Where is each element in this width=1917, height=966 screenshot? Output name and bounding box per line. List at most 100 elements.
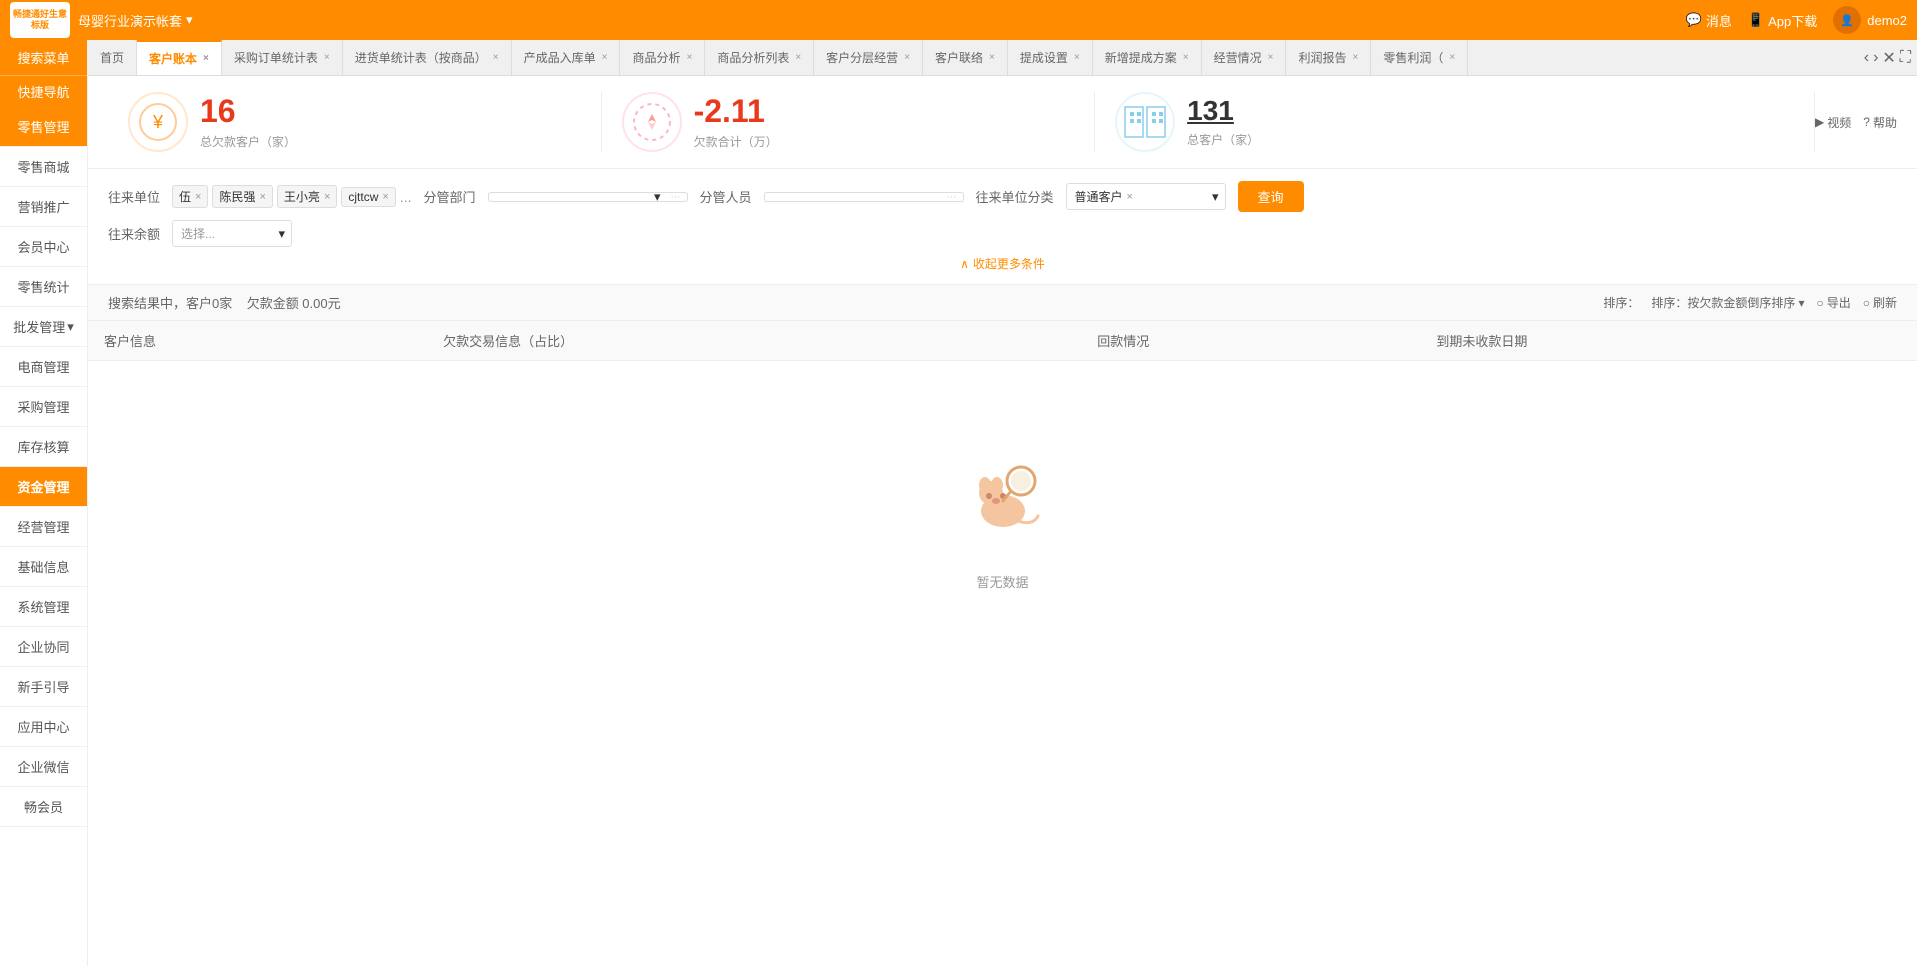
stats-bar: ¥ 16 总欠款客户（家） xyxy=(88,76,1917,169)
tab-close-icon[interactable]: × xyxy=(989,52,995,63)
stat-total-label: 总客户（家） xyxy=(1187,131,1259,148)
tab-customer-account[interactable]: 客户账本 × xyxy=(137,40,222,76)
sidebar-item-newcomer[interactable]: 新手引导 xyxy=(0,667,87,707)
category-label: 往来单位分类 xyxy=(976,187,1054,206)
help-btn[interactable]: ? 帮助 xyxy=(1863,114,1897,131)
sidebar-item-marketing[interactable]: 营销推广 xyxy=(0,187,87,227)
sidebar-item-system[interactable]: 系统管理 xyxy=(0,587,87,627)
sidebar-item-ecommerce[interactable]: 电商管理 xyxy=(0,347,87,387)
refresh-icon: ○ xyxy=(1863,296,1870,310)
remove-category-icon[interactable]: × xyxy=(1127,191,1133,203)
sidebar-item-wechat[interactable]: 企业微信 xyxy=(0,747,87,787)
message-btn[interactable]: 💬 消息 xyxy=(1686,11,1732,30)
export-btn[interactable]: ○ 导出 xyxy=(1816,294,1850,311)
stat-amount-value: -2.11 xyxy=(694,94,778,129)
tab-close-all-icon[interactable]: ✕ xyxy=(1882,48,1895,68)
page-content: ¥ 16 总欠款客户（家） xyxy=(88,76,1917,966)
tab-close-icon[interactable]: × xyxy=(1352,52,1358,63)
refresh-btn[interactable]: ○ 刷新 xyxy=(1863,294,1897,311)
filter-tag-category[interactable]: 普通客户 × xyxy=(1075,188,1133,205)
tab-close-icon[interactable]: × xyxy=(1074,52,1080,63)
user-info[interactable]: 👤 demo2 xyxy=(1833,6,1907,34)
sidebar-quick-nav[interactable]: 快捷导航 xyxy=(0,75,87,107)
sidebar-item-retail-stats[interactable]: 零售统计 xyxy=(0,267,87,307)
message-icon: 💬 xyxy=(1686,12,1702,28)
tab-scroll-right-icon[interactable]: › xyxy=(1873,49,1878,67)
results-bar: 搜索结果中，客户0家 欠款金额 0.00元 排序： 排序：按欠款金额倒序排序 ▾… xyxy=(88,285,1917,321)
sidebar-item-retail-mgmt[interactable]: 零售管理 xyxy=(0,107,87,147)
tab-customer-layer[interactable]: 客户分层经营 × xyxy=(814,40,923,76)
help-icon: ? xyxy=(1863,115,1870,129)
stat-icon-amount xyxy=(622,92,682,152)
sidebar-item-member-center[interactable]: 会员中心 xyxy=(0,227,87,267)
filter-tag-unit4[interactable]: cjttcw × xyxy=(341,187,395,207)
sidebar-item-finance[interactable]: 资金管理 xyxy=(0,467,87,507)
sidebar-item-purchase[interactable]: 采购管理 xyxy=(0,387,87,427)
expand-icon: ▾ xyxy=(67,319,74,335)
tab-close-icon[interactable]: × xyxy=(1268,52,1274,63)
add-unit-btn[interactable]: ... xyxy=(400,189,412,205)
empty-text: 暂无数据 xyxy=(976,572,1028,591)
collapse-btn[interactable]: ∧ 收起更多条件 xyxy=(960,255,1045,272)
account-dropdown[interactable]: 母婴行业演示帐套 ▾ xyxy=(78,11,193,30)
tab-purchase-stats[interactable]: 采购订单统计表 × xyxy=(222,40,343,76)
filter-area: 往来单位 伍 × 陈民强 × 王小亮 xyxy=(88,169,1917,285)
sidebar: 搜索菜单 快捷导航 零售管理 零售商城 营销推广 会员中心 零售统计 批发管理 … xyxy=(0,40,88,966)
data-table: 客户信息 欠款交易信息（占比） 回款情况 到期未收款日期 xyxy=(88,321,1917,671)
tab-maximize-icon[interactable]: ⛶ xyxy=(1900,49,1911,67)
tab-close-icon[interactable]: × xyxy=(493,52,499,63)
tab-close-icon[interactable]: × xyxy=(1449,52,1455,63)
filter-tag-unit2[interactable]: 陈民强 × xyxy=(212,185,272,208)
tab-scroll-left-icon[interactable]: ‹ xyxy=(1864,49,1869,67)
sort-dropdown[interactable]: 排序：按欠款金额倒序排序 ▾ xyxy=(1651,294,1804,311)
tab-retail-profit[interactable]: 零售利润（ × xyxy=(1371,40,1468,76)
tab-close-icon[interactable]: × xyxy=(686,52,692,63)
tab-product-entry[interactable]: 产成品入库单 × xyxy=(512,40,621,76)
dept-more-icon: ··· xyxy=(671,191,681,202)
filter-tag-unit3[interactable]: 王小亮 × xyxy=(277,185,337,208)
tab-commission-setting[interactable]: 提成设置 × xyxy=(1008,40,1093,76)
sidebar-search[interactable]: 搜索菜单 xyxy=(0,40,87,75)
tab-close-icon[interactable]: × xyxy=(324,52,330,63)
sidebar-item-retail-mall[interactable]: 零售商城 xyxy=(0,147,87,187)
sidebar-item-basic-info[interactable]: 基础信息 xyxy=(0,547,87,587)
remove-tag-icon[interactable]: × xyxy=(382,191,388,203)
play-icon: ▶ xyxy=(1815,115,1824,129)
export-icon: ○ xyxy=(1816,296,1823,310)
tab-operation-status[interactable]: 经营情况 × xyxy=(1202,40,1287,76)
tab-product-analysis-list[interactable]: 商品分析列表 × xyxy=(705,40,814,76)
tab-home[interactable]: 首页 xyxy=(88,40,137,76)
sidebar-item-enterprise[interactable]: 企业协同 xyxy=(0,627,87,667)
sidebar-item-app-center[interactable]: 应用中心 xyxy=(0,707,87,747)
avatar: 👤 xyxy=(1833,6,1861,34)
stat-actions: ▶ 视频 ? 帮助 xyxy=(1815,114,1897,131)
stat-icon-customers: ¥ xyxy=(128,92,188,152)
empty-state: 暂无数据 xyxy=(88,361,1917,671)
tab-customer-contact[interactable]: 客户联络 × xyxy=(923,40,1008,76)
tab-close-icon[interactable]: × xyxy=(1183,52,1189,63)
sidebar-item-inventory[interactable]: 库存核算 xyxy=(0,427,87,467)
sidebar-item-member[interactable]: 畅会员 xyxy=(0,787,87,827)
stat-total-customers: 131 总客户（家） xyxy=(1095,92,1815,152)
tab-close-icon[interactable]: × xyxy=(602,52,608,63)
video-btn[interactable]: ▶ 视频 xyxy=(1815,114,1851,131)
app-download-btn[interactable]: 📱 App下载 xyxy=(1748,11,1817,30)
sidebar-item-operations[interactable]: 经营管理 xyxy=(0,507,87,547)
tab-new-commission[interactable]: 新增提成方案 × xyxy=(1093,40,1202,76)
tab-profit-report[interactable]: 利润报告 × xyxy=(1286,40,1371,76)
tab-product-analysis[interactable]: 商品分析 × xyxy=(620,40,705,76)
tab-purchase-detail[interactable]: 进货单统计表（按商品） × xyxy=(343,40,512,76)
results-info: 搜索结果中，客户0家 欠款金额 0.00元 xyxy=(108,293,341,312)
svg-text:¥: ¥ xyxy=(152,112,164,132)
person-more-icon: ··· xyxy=(947,191,957,202)
remove-tag-icon[interactable]: × xyxy=(324,191,330,203)
tab-close-icon[interactable]: × xyxy=(203,53,209,64)
query-button[interactable]: 查询 xyxy=(1238,181,1304,212)
unit-tags: 伍 × 陈民强 × 王小亮 × xyxy=(172,185,411,208)
tab-close-icon[interactable]: × xyxy=(904,52,910,63)
tab-close-icon[interactable]: × xyxy=(795,52,801,63)
remove-tag-icon[interactable]: × xyxy=(195,191,201,203)
remove-tag-icon[interactable]: × xyxy=(259,191,265,203)
filter-tag-unit1[interactable]: 伍 × xyxy=(172,185,208,208)
sidebar-item-wholesale-mgmt[interactable]: 批发管理 ▾ xyxy=(0,307,87,347)
